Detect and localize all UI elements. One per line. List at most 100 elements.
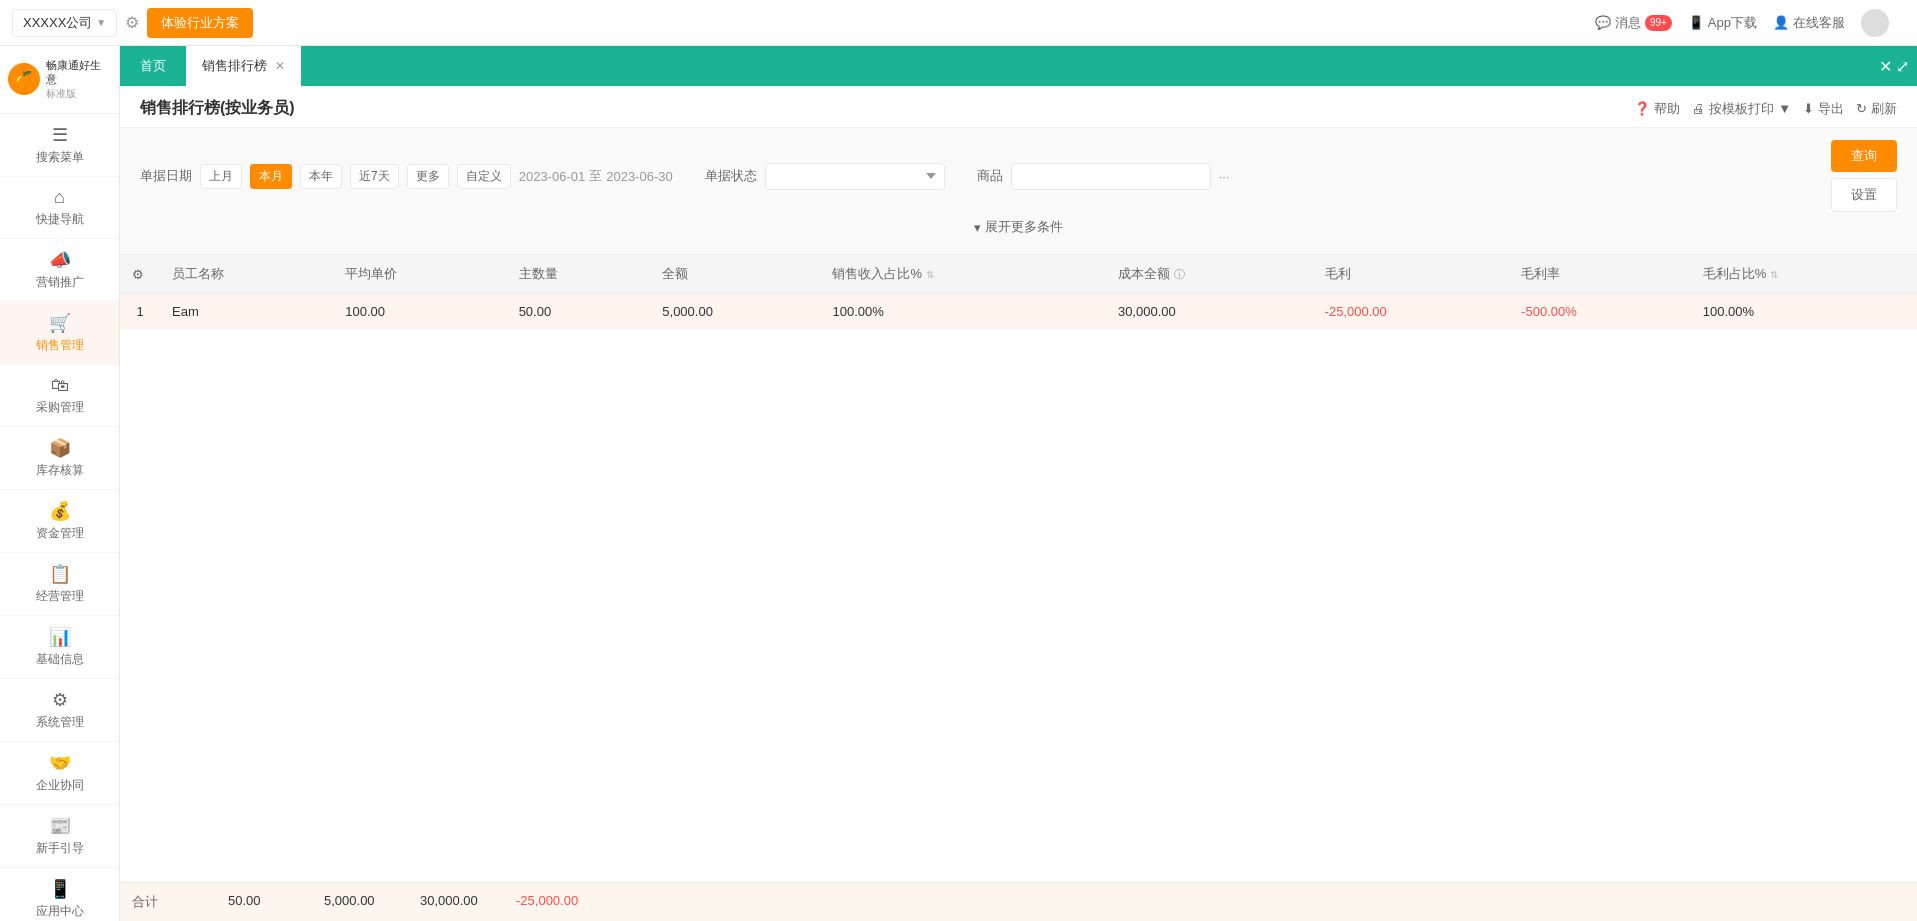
finance-icon: 💰: [49, 500, 71, 522]
sidebar-item-operation[interactable]: 📋 经营管理: [0, 553, 119, 616]
sidebar-label-collab: 企业协同: [36, 777, 84, 794]
online-service-label: 在线客服: [1793, 14, 1845, 32]
footer-amount-cell: 5,000.00: [324, 893, 404, 911]
data-table: ⚙ 员工名称 平均单价 主数量 全额 销售收入占比% ⇅ 成本全额: [120, 255, 1917, 330]
date-separator: 至: [589, 167, 602, 185]
expand-more-btn[interactable]: ▾ 展开更多条件: [974, 218, 1063, 236]
col-sales-pct: 销售收入占比% ⇅: [820, 255, 1105, 294]
date-year-btn[interactable]: 本年: [300, 164, 342, 189]
message-icon: 💬: [1595, 15, 1611, 30]
col-cost: 成本全额 ⓘ: [1106, 255, 1313, 294]
app-download-btn[interactable]: 📱 App下载: [1688, 14, 1757, 32]
settings-btn[interactable]: 设置: [1831, 178, 1897, 212]
footer-cost: 30,000.00: [420, 893, 478, 908]
footer-gross-cell: -25,000.00: [516, 893, 596, 911]
help-icon: ❓: [1634, 101, 1650, 116]
tab-home[interactable]: 首页: [120, 46, 186, 86]
sidebar-item-sales[interactable]: 🛒 销售管理: [0, 302, 119, 365]
col-gross-pct: 毛利占比% ⇅: [1691, 255, 1917, 294]
refresh-label: 刷新: [1871, 100, 1897, 118]
filter-item-goods: 商品 ···: [977, 163, 1230, 190]
footer-qty-cell: 50.00: [228, 893, 308, 911]
date-current-btn[interactable]: 本月: [250, 164, 292, 189]
online-service-btn[interactable]: 👤 在线客服: [1773, 14, 1845, 32]
tab-sales-rank[interactable]: 销售排行榜 ✕: [186, 46, 301, 86]
filter-item-date: 单据日期 上月 本月 本年 近7天 更多 自定义 2023-06-01 至 20…: [140, 164, 673, 189]
export-btn[interactable]: ⬇ 导出: [1803, 100, 1844, 118]
refresh-btn[interactable]: ↻ 刷新: [1856, 100, 1897, 118]
guide-icon: 📰: [49, 815, 71, 837]
gross-pct-sort-icon[interactable]: ⇅: [1770, 269, 1778, 280]
message-badge: 99+: [1645, 15, 1672, 31]
page-actions: ❓ 帮助 🖨 按模板打印 ▼ ⬇ 导出 ↻ 刷新: [1634, 100, 1897, 118]
table-area: ⚙ 员工名称 平均单价 主数量 全额 销售收入占比% ⇅ 成本全额: [120, 255, 1917, 882]
sidebar-label-base: 基础信息: [36, 651, 84, 668]
date-label: 单据日期: [140, 167, 192, 185]
table-header-row: ⚙ 员工名称 平均单价 主数量 全额 销售收入占比% ⇅ 成本全额: [120, 255, 1917, 294]
tab-close-icon[interactable]: ✕: [275, 59, 285, 73]
company-name: XXXXX公司: [23, 14, 92, 32]
sidebar-item-finance[interactable]: 💰 资金管理: [0, 490, 119, 553]
logo-text-block: 畅康通好生意 标准版: [46, 58, 111, 101]
table-head: ⚙ 员工名称 平均单价 主数量 全额 销售收入占比% ⇅ 成本全额: [120, 255, 1917, 294]
sidebar-label-operation: 经营管理: [36, 588, 84, 605]
col-gross-rate: 毛利率: [1509, 255, 1691, 294]
top-bar: XXXXX公司 ▼ ⚙ 体验行业方案 💬 消息 99+ 📱 App下载 👤 在线…: [0, 0, 1917, 46]
date-custom-btn[interactable]: 自定义: [457, 164, 511, 189]
sales-pct-sort-icon[interactable]: ⇅: [926, 269, 934, 280]
col-settings-icon[interactable]: ⚙: [132, 267, 144, 282]
date-more-btn[interactable]: 更多: [407, 164, 449, 189]
user-avatar[interactable]: [1861, 9, 1889, 37]
date-prev-btn[interactable]: 上月: [200, 164, 242, 189]
print-btn[interactable]: 🖨 按模板打印 ▼: [1692, 100, 1791, 118]
logo-icon: 🍊: [8, 63, 40, 95]
sidebar-item-shortcut[interactable]: ⌂ 快捷导航: [0, 177, 119, 239]
company-selector[interactable]: XXXXX公司 ▼: [12, 9, 117, 37]
tab-minimize-icon[interactable]: ✕: [1879, 57, 1892, 76]
footer-label: 合计: [132, 894, 158, 909]
col-qty: 主数量: [507, 255, 651, 294]
col-settings: ⚙: [120, 255, 160, 294]
sidebar-label-inventory: 库存核算: [36, 462, 84, 479]
cell-rank: 1: [120, 294, 160, 330]
sidebar-item-collab[interactable]: 🤝 企业协同: [0, 742, 119, 805]
print-icon: 🖨: [1692, 101, 1705, 116]
col-avg-price: 平均单价: [333, 255, 506, 294]
goods-input[interactable]: [1011, 163, 1211, 190]
sidebar-logo: 🍊 畅康通好生意 标准版: [0, 46, 119, 114]
trial-button[interactable]: 体验行业方案: [147, 8, 253, 38]
filter-item-status: 单据状态: [705, 163, 945, 190]
expand-label: 展开更多条件: [985, 218, 1063, 236]
service-icon: 👤: [1773, 15, 1789, 30]
footer-gross: -25,000.00: [516, 893, 578, 908]
col-gross: 毛利: [1313, 255, 1510, 294]
sidebar-item-apps[interactable]: 📱 应用中心: [0, 868, 119, 921]
base-icon: 📊: [49, 626, 71, 648]
sidebar-item-search[interactable]: ☰ 搜索菜单: [0, 114, 119, 177]
cell-sales-pct: 100.00%: [820, 294, 1105, 330]
cost-info-icon[interactable]: ⓘ: [1174, 268, 1185, 280]
sidebar-item-base[interactable]: 📊 基础信息: [0, 616, 119, 679]
col-name: 员工名称: [160, 255, 333, 294]
sidebar-item-system[interactable]: ⚙ 系统管理: [0, 679, 119, 742]
cell-gross-pct: 100.00%: [1691, 294, 1917, 330]
filter-area: 单据日期 上月 本月 本年 近7天 更多 自定义 2023-06-01 至 20…: [120, 128, 1917, 255]
sidebar-label-apps: 应用中心: [36, 903, 84, 920]
sidebar-item-guide[interactable]: 📰 新手引导: [0, 805, 119, 868]
tab-maximize-icon[interactable]: ⤢: [1896, 57, 1909, 76]
status-select[interactable]: [765, 163, 945, 190]
goods-more-btn[interactable]: ···: [1219, 169, 1230, 184]
sidebar-item-marketing[interactable]: 📣 营销推广: [0, 239, 119, 302]
date-7days-btn[interactable]: 近7天: [350, 164, 399, 189]
query-btn[interactable]: 查询: [1831, 140, 1897, 172]
sidebar-item-purchase[interactable]: 🛍 采购管理: [0, 365, 119, 427]
expand-down-icon: ▾: [974, 220, 981, 235]
operation-icon: 📋: [49, 563, 71, 585]
sidebar-label-system: 系统管理: [36, 714, 84, 731]
tab-bar: 首页 销售排行榜 ✕ ✕ ⤢: [120, 46, 1917, 86]
sidebar-item-inventory[interactable]: 📦 库存核算: [0, 427, 119, 490]
settings-icon[interactable]: ⚙: [125, 13, 139, 32]
message-btn[interactable]: 💬 消息 99+: [1595, 14, 1672, 32]
sidebar-label-finance: 资金管理: [36, 525, 84, 542]
help-btn[interactable]: ❓ 帮助: [1634, 100, 1680, 118]
